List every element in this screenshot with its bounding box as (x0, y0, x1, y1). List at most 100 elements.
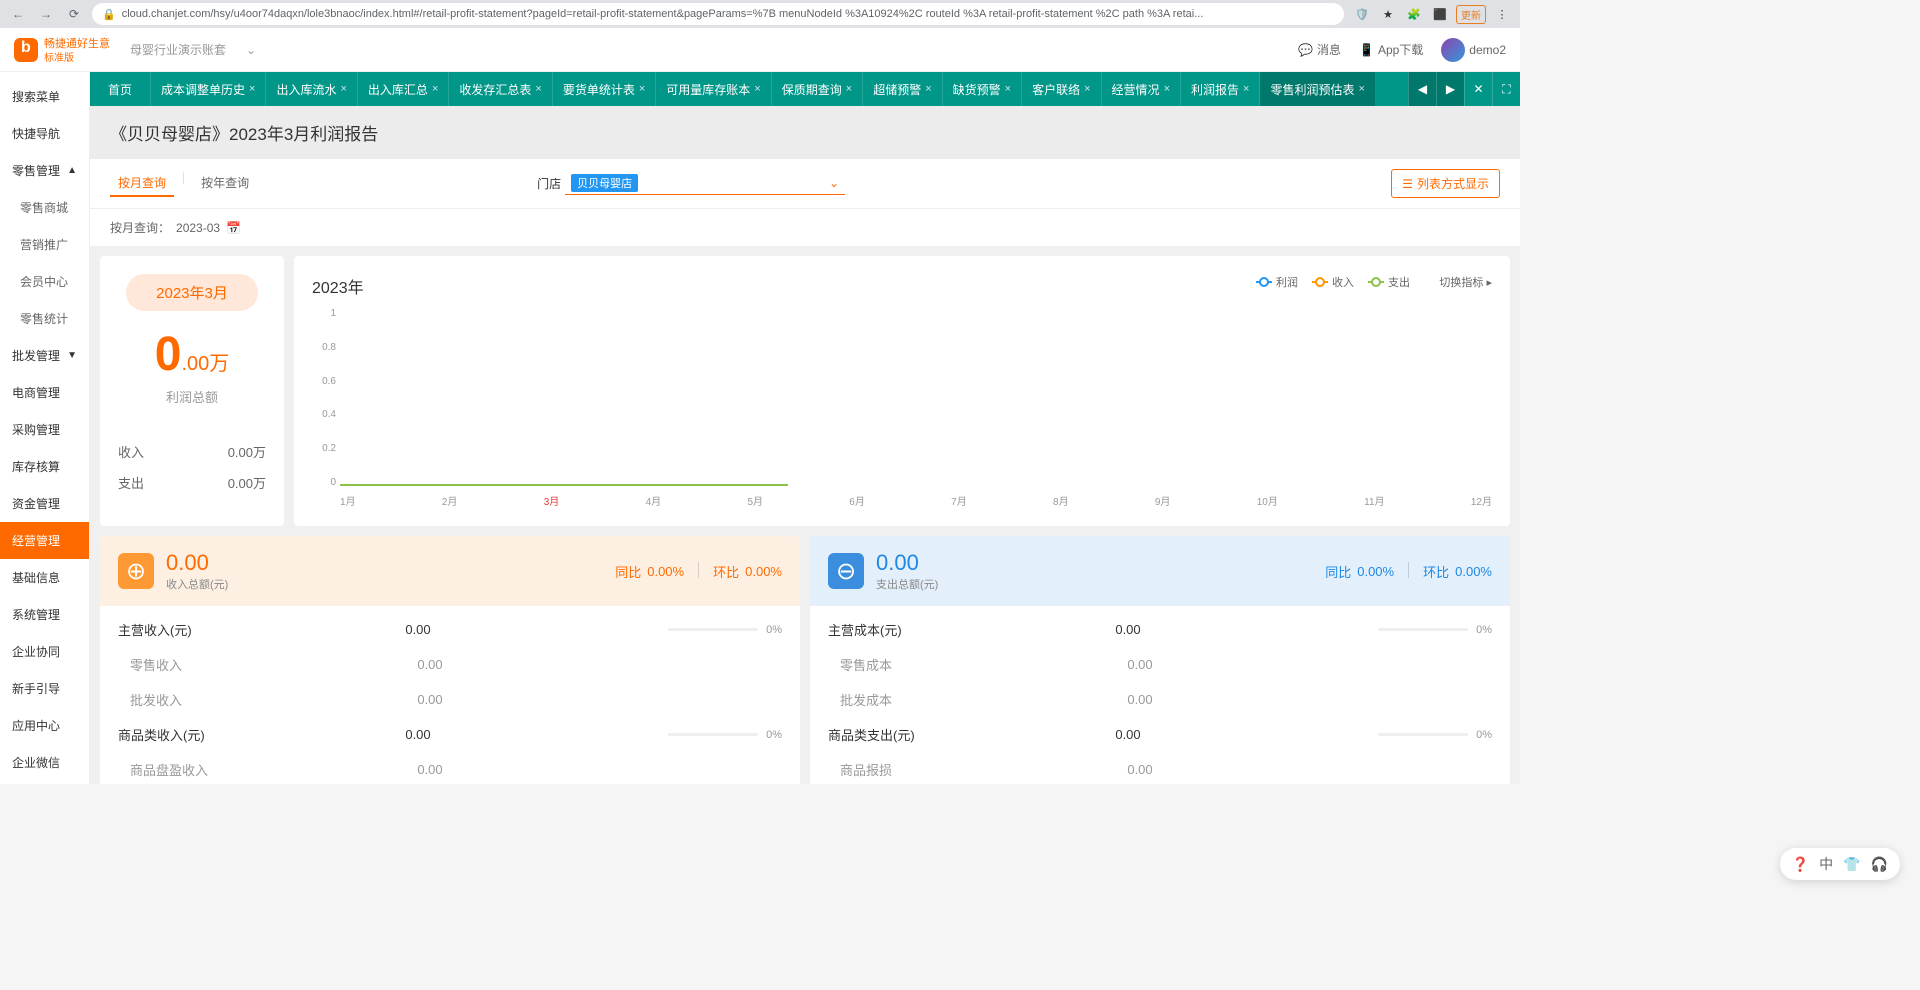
sidebar-item[interactable]: 批发管理▼ (0, 337, 89, 374)
tab-next-button[interactable]: ▶ (1436, 72, 1464, 106)
sidebar-item[interactable]: 电商管理 (0, 374, 89, 411)
close-icon[interactable]: × (754, 83, 760, 95)
reload-button[interactable]: ⟳ (64, 4, 84, 24)
dashboard-row: 2023年3月 0.00万 利润总额 收入0.00万 支出0.00万 2023年… (90, 246, 1520, 526)
expense-total-label: 支出总额(元) (876, 576, 938, 592)
close-icon[interactable]: × (1243, 83, 1249, 95)
profit-dec: .00 (181, 353, 209, 375)
close-icon[interactable]: × (535, 83, 541, 95)
avatar (1441, 38, 1465, 62)
income-total: 0.00 (166, 550, 228, 576)
ext-icon[interactable]: ⬛ (1430, 4, 1450, 24)
chart-card: 2023年 利润 收入 支出 切换指标 ▸ 10.80.60.40.20 1月2… (294, 256, 1510, 526)
menu-icon[interactable]: ⋮ (1492, 4, 1512, 24)
tab[interactable]: 超储预警× (863, 72, 942, 106)
close-icon[interactable]: × (432, 83, 438, 95)
tab[interactable]: 出入库流水× (266, 72, 357, 106)
tab[interactable]: 出入库汇总× (358, 72, 449, 106)
table-row: 商品盘盈收入0.00 (118, 752, 782, 784)
help-icon[interactable]: ❓ (1792, 856, 1809, 873)
page-scroll[interactable]: 《贝贝母婴店》2023年3月利润报告 按月查询 | 按年查询 门店 贝贝母婴店 … (90, 106, 1520, 784)
tab-by-month[interactable]: 按月查询 (110, 170, 174, 197)
close-icon[interactable]: × (1084, 83, 1090, 95)
store-input[interactable]: 贝贝母婴店 ⌄ (565, 172, 845, 195)
download-link[interactable]: 📱App下载 (1359, 41, 1423, 58)
sidebar-item[interactable]: 库存核算 (0, 448, 89, 485)
tab[interactable]: 缺货预警× (943, 72, 1022, 106)
sidebar-item[interactable]: 会员中心 (0, 263, 89, 300)
calendar-icon[interactable]: 📅 (226, 221, 241, 235)
sidebar-item[interactable]: 系统管理 (0, 596, 89, 633)
forward-button[interactable]: → (36, 4, 56, 24)
sidebar-item[interactable]: 搜索菜单 (0, 78, 89, 115)
close-icon[interactable]: × (846, 83, 852, 95)
tab-close-button[interactable]: ✕ (1464, 72, 1492, 106)
org-name: 母婴行业演示账套 (130, 41, 226, 58)
sidebar-item[interactable]: 企业微信 (0, 744, 89, 781)
expense-total: 0.00 (876, 550, 938, 576)
sidebar-item[interactable]: 应用中心 (0, 707, 89, 744)
close-icon[interactable]: × (1358, 83, 1364, 95)
sidebar-item[interactable]: 畅会员 (0, 781, 89, 784)
header-right: 💬消息 📱App下载 demo2 (1298, 38, 1506, 62)
legend-profit[interactable]: 利润 (1256, 274, 1298, 290)
user-menu[interactable]: demo2 (1441, 38, 1506, 62)
main-layout: 搜索菜单快捷导航零售管理▲零售商城营销推广会员中心零售统计批发管理▼电商管理采购… (0, 72, 1520, 784)
sidebar-item[interactable]: 快捷导航 (0, 115, 89, 152)
url-text: cloud.chanjet.com/hsy/u4oor74daqxn/lole3… (122, 8, 1204, 20)
chart-area[interactable]: 10.80.60.40.20 1月2月3月4月5月6月7月8月9月10月11月1… (312, 308, 1492, 508)
sidebar-item[interactable]: 零售商城 (0, 189, 89, 226)
close-icon[interactable]: × (1164, 83, 1170, 95)
lang-toggle[interactable]: 中 (1819, 854, 1833, 874)
tab[interactable]: 要货单统计表× (553, 72, 656, 106)
profit-unit: 万 (209, 353, 229, 375)
expense-panel-body: 主营成本(元)0.000%零售成本0.00批发成本0.00商品类支出(元)0.0… (810, 606, 1510, 784)
headset-icon[interactable]: 🎧 (1871, 856, 1888, 873)
sidebar-item[interactable]: 经营管理 (0, 522, 89, 559)
back-button[interactable]: ← (8, 4, 28, 24)
legend-expense[interactable]: 支出 (1368, 274, 1410, 290)
org-selector[interactable]: 母婴行业演示账套 ⌄ (130, 41, 256, 58)
sidebar-item[interactable]: 基础信息 (0, 559, 89, 596)
tab[interactable]: 经营情况× (1102, 72, 1181, 106)
tab[interactable]: 首页 (90, 72, 151, 106)
sidebar-item[interactable]: 营销推广 (0, 226, 89, 263)
sidebar-item[interactable]: 零售统计 (0, 300, 89, 337)
close-icon[interactable]: × (249, 83, 255, 95)
tab[interactable]: 收发存汇总表× (449, 72, 552, 106)
tab-expand-button[interactable]: ⛶ (1492, 72, 1520, 106)
list-view-button[interactable]: ☰ 列表方式显示 (1391, 169, 1500, 198)
tab[interactable]: 保质期查询× (772, 72, 863, 106)
messages-link[interactable]: 💬消息 (1298, 41, 1341, 58)
sidebar-item[interactable]: 资金管理 (0, 485, 89, 522)
separator (698, 562, 699, 578)
tab[interactable]: 零售利润预估表× (1260, 72, 1375, 106)
update-button[interactable]: 更新 (1456, 5, 1486, 24)
tab[interactable]: 利润报告× (1181, 72, 1260, 106)
profit-label: 利润总额 (166, 387, 218, 406)
phone-icon: 📱 (1359, 43, 1374, 57)
tab[interactable]: 客户联络× (1022, 72, 1101, 106)
sidebar-item[interactable]: 零售管理▲ (0, 152, 89, 189)
income-total-block: 0.00 收入总额(元) (166, 550, 228, 592)
url-bar[interactable]: 🔒 cloud.chanjet.com/hsy/u4oor74daqxn/lol… (92, 3, 1344, 25)
ext-icon[interactable]: 🛡️ (1352, 4, 1372, 24)
tab-by-year[interactable]: 按年查询 (193, 170, 257, 197)
sidebar-item[interactable]: 新手引导 (0, 670, 89, 707)
switch-indicator[interactable]: 切换指标 ▸ (1439, 274, 1492, 290)
ext-icon[interactable]: ★ (1378, 4, 1398, 24)
tab-prev-button[interactable]: ◀ (1408, 72, 1436, 106)
close-icon[interactable]: × (340, 83, 346, 95)
close-icon[interactable]: × (925, 83, 931, 95)
table-row: 零售收入0.00 (118, 647, 782, 682)
close-icon[interactable]: × (639, 83, 645, 95)
close-icon[interactable]: × (1005, 83, 1011, 95)
ext-icon[interactable]: 🧩 (1404, 4, 1424, 24)
sidebar-item[interactable]: 采购管理 (0, 411, 89, 448)
panels-row: ⊕ 0.00 收入总额(元) 同比0.00% 环比0.00% 主营收入(元)0.… (90, 526, 1520, 784)
legend-income[interactable]: 收入 (1312, 274, 1354, 290)
tab[interactable]: 成本调整单历史× (151, 72, 266, 106)
shirt-icon[interactable]: 👕 (1843, 856, 1860, 873)
tab[interactable]: 可用量库存账本× (656, 72, 771, 106)
sidebar-item[interactable]: 企业协同 (0, 633, 89, 670)
